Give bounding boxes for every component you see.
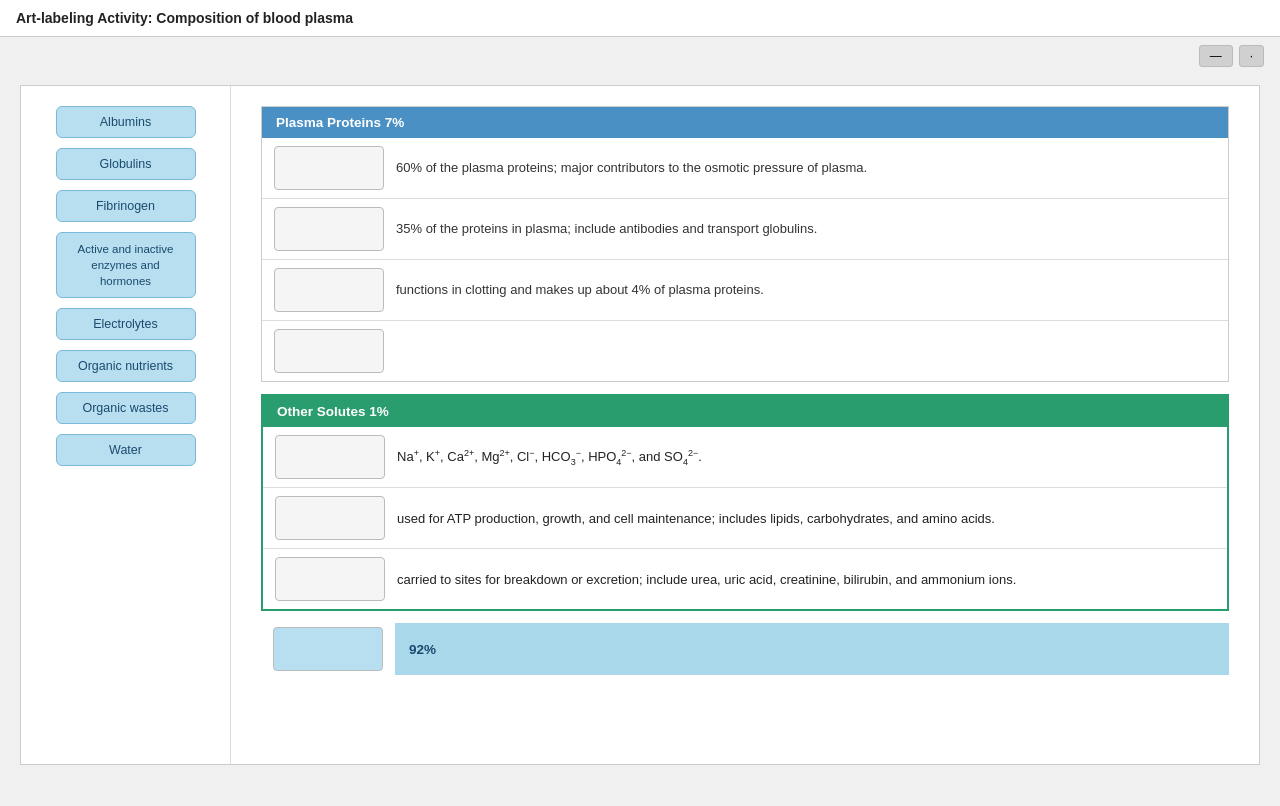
solutes-drop-2[interactable] — [275, 496, 385, 540]
solutes-row-1: Na+, K+, Ca2+, Mg2+, Cl−, HCO3−, HPO42−,… — [263, 427, 1227, 488]
sidebar-item-organic-wastes[interactable]: Organic wastes — [56, 392, 196, 424]
sidebar-item-fibrinogen[interactable]: Fibrinogen — [56, 190, 196, 222]
menu-button[interactable]: · — [1239, 45, 1264, 67]
plasma-row-1: 60% of the plasma proteins; major contri… — [262, 138, 1228, 199]
plasma-drop-2[interactable] — [274, 207, 384, 251]
plasma-proteins-header: Plasma Proteins 7% — [262, 107, 1228, 138]
sidebar-item-electrolytes[interactable]: Electrolytes — [56, 308, 196, 340]
page-title: Art-labeling Activity: Composition of bl… — [0, 0, 1280, 37]
solutes-drop-1[interactable] — [275, 435, 385, 479]
solutes-row-3: carried to sites for breakdown or excret… — [263, 549, 1227, 609]
plasma-row-2-text: 35% of the proteins in plasma; include a… — [396, 211, 1228, 247]
solutes-row-1-text: Na+, K+, Ca2+, Mg2+, Cl−, HCO3−, HPO42−,… — [397, 448, 702, 467]
solutes-row-3-text: carried to sites for breakdown or excret… — [397, 572, 1016, 587]
plasma-drop-1[interactable] — [274, 146, 384, 190]
minimize-button[interactable]: — — [1199, 45, 1233, 67]
content-area: Plasma Proteins 7% 60% of the plasma pro… — [231, 86, 1259, 764]
plasma-row-3-text: functions in clotting and makes up about… — [396, 272, 1228, 308]
sidebar-item-water[interactable]: Water — [56, 434, 196, 466]
solutes-row-2-text: used for ATP production, growth, and cel… — [397, 511, 995, 526]
water-drop[interactable] — [273, 627, 383, 671]
sidebar-item-globulins[interactable]: Globulins — [56, 148, 196, 180]
plasma-drop-3[interactable] — [274, 268, 384, 312]
plasma-drop-4[interactable] — [274, 329, 384, 373]
solutes-row-2: used for ATP production, growth, and cel… — [263, 488, 1227, 549]
sidebar-item-enzymes[interactable]: Active and inactive enzymes and hormones — [56, 232, 196, 298]
solutes-drop-3[interactable] — [275, 557, 385, 601]
sidebar-item-organic-nutrients[interactable]: Organic nutrients — [56, 350, 196, 382]
plasma-row-3: functions in clotting and makes up about… — [262, 260, 1228, 321]
plasma-proteins-section: Plasma Proteins 7% 60% of the plasma pro… — [261, 106, 1229, 382]
water-section: 92% — [261, 623, 1229, 675]
drag-labels-sidebar: Albumins Globulins Fibrinogen Active and… — [21, 86, 231, 764]
plasma-row-4-text — [396, 343, 1228, 359]
other-solutes-section: Other Solutes 1% Na+, K+, Ca2+, Mg2+, Cl… — [261, 394, 1229, 611]
plasma-row-4 — [262, 321, 1228, 381]
plasma-row-1-text: 60% of the plasma proteins; major contri… — [396, 150, 1228, 186]
plasma-row-2: 35% of the proteins in plasma; include a… — [262, 199, 1228, 260]
other-solutes-header: Other Solutes 1% — [263, 396, 1227, 427]
water-label: 92% — [395, 623, 1229, 675]
sidebar-item-albumins[interactable]: Albumins — [56, 106, 196, 138]
